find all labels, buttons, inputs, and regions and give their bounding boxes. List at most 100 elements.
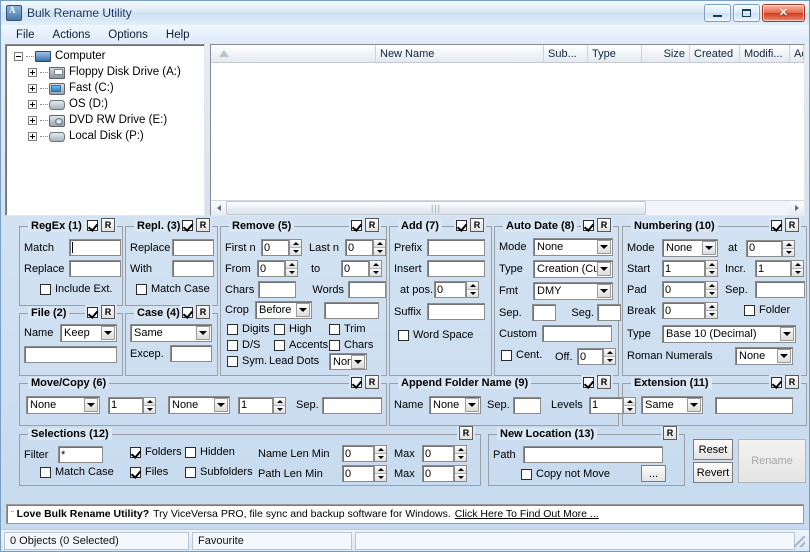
remove-enable-checkbox[interactable] xyxy=(351,219,362,231)
newlocation-copy-not-move-checkbox[interactable] xyxy=(521,468,532,480)
autodate-enable-checkbox[interactable] xyxy=(583,219,594,231)
revert-button[interactable]: Revert xyxy=(693,462,733,483)
appendfolder-name-select[interactable]: None xyxy=(429,396,481,414)
remove-to-spinner[interactable] xyxy=(369,260,382,277)
remove-sym-checkbox[interactable] xyxy=(227,355,238,367)
numbering-enable-checkbox[interactable] xyxy=(771,219,782,231)
case-excep-input[interactable] xyxy=(170,345,212,362)
appendfolder-enable-checkbox[interactable] xyxy=(583,376,594,388)
numbering-pad-input[interactable]: 0 xyxy=(662,281,705,298)
add-suffix-input[interactable] xyxy=(427,303,485,320)
add-at-pos-input[interactable]: 0 xyxy=(434,281,466,298)
remove-accents-checkbox[interactable] xyxy=(274,339,285,351)
extension-fixed-input[interactable] xyxy=(715,396,793,414)
chevron-down-icon[interactable] xyxy=(597,262,611,276)
remove-first-n-spinner[interactable] xyxy=(289,239,302,256)
add-enable-checkbox[interactable] xyxy=(456,219,467,231)
remove-digits-checkbox[interactable] xyxy=(227,323,238,335)
numbering-mode-select[interactable]: None xyxy=(662,239,718,257)
tree-node-os-d[interactable]: OS (D:) xyxy=(8,96,202,112)
add-prefix-input[interactable] xyxy=(427,239,485,256)
regex-enable-checkbox[interactable] xyxy=(87,219,98,231)
close-button[interactable]: ✕ xyxy=(762,4,805,22)
selections-name-len-max-spinner[interactable] xyxy=(454,445,467,462)
appendfolder-reset-button[interactable]: R xyxy=(597,375,611,389)
chevron-down-icon[interactable] xyxy=(597,240,611,254)
remove-to-input[interactable]: 0 xyxy=(341,260,369,277)
scrollbar-thumb[interactable]: ||| xyxy=(226,201,646,215)
numbering-break-spinner[interactable] xyxy=(705,302,718,319)
newlocation-path-input[interactable] xyxy=(523,446,663,463)
folder-tree[interactable]: Computer Floppy Disk Drive (A:) Fast (C:… xyxy=(5,44,205,216)
repl-replace-input[interactable] xyxy=(172,239,214,256)
file-name-select[interactable]: Keep xyxy=(60,324,117,342)
file-list[interactable]: New Name Sub... Type Size Created Modifi… xyxy=(210,44,805,216)
autodate-mode-select[interactable]: None xyxy=(533,238,613,256)
expand-icon[interactable] xyxy=(28,67,37,77)
autodate-fmt-select[interactable]: DMY xyxy=(533,282,613,300)
selections-name-len-min-input[interactable]: 0 xyxy=(342,445,374,462)
case-enable-checkbox[interactable] xyxy=(182,306,193,318)
chevron-down-icon[interactable] xyxy=(465,398,479,412)
selections-path-len-max-spinner[interactable] xyxy=(454,465,467,482)
menu-item-file[interactable]: File xyxy=(7,27,44,43)
selections-path-len-min-input[interactable]: 0 xyxy=(342,465,374,482)
numbering-at-input[interactable]: 0 xyxy=(746,239,782,257)
chevron-down-icon[interactable] xyxy=(214,398,228,412)
tree-node-computer[interactable]: Computer xyxy=(8,48,202,64)
regex-reset-button[interactable]: R xyxy=(101,218,115,232)
regex-match-input[interactable] xyxy=(69,239,121,256)
expand-icon[interactable] xyxy=(28,83,37,93)
column-header-created[interactable]: Created xyxy=(690,45,740,62)
autodate-reset-button[interactable]: R xyxy=(597,218,611,232)
expand-icon[interactable] xyxy=(28,131,37,141)
remove-crop-select[interactable]: Before xyxy=(255,301,312,319)
selections-folders-checkbox[interactable] xyxy=(130,446,141,458)
menu-item-actions[interactable]: Actions xyxy=(44,27,100,43)
selections-name-len-max-input[interactable]: 0 xyxy=(422,445,454,462)
autodate-custom-input[interactable] xyxy=(542,325,612,342)
tree-node-fast-c[interactable]: Fast (C:) xyxy=(8,80,202,96)
selections-path-len-min-spinner[interactable] xyxy=(374,465,387,482)
column-header-accessed[interactable]: Acce... xyxy=(790,45,804,62)
autodate-sep-input[interactable] xyxy=(532,304,556,321)
selections-filter-input[interactable]: * xyxy=(58,446,103,463)
expand-icon[interactable] xyxy=(28,115,37,125)
status-favourite[interactable]: Favourite xyxy=(192,531,352,550)
extension-select[interactable]: Same xyxy=(641,396,703,414)
case-reset-button[interactable]: R xyxy=(196,305,210,319)
resize-grip-icon[interactable] xyxy=(793,535,807,549)
regex-replace-input[interactable] xyxy=(69,260,121,277)
selections-hidden-checkbox[interactable] xyxy=(185,446,196,458)
remove-first-n-input[interactable]: 0 xyxy=(261,239,289,256)
remove-ds-checkbox[interactable] xyxy=(227,339,238,351)
numbering-at-spinner[interactable] xyxy=(782,239,795,257)
numbering-type-select[interactable]: Base 10 (Decimal) xyxy=(662,325,796,343)
movecopy-first-n-spinner[interactable] xyxy=(143,396,156,414)
minimize-button[interactable] xyxy=(704,4,731,22)
menu-item-help[interactable]: Help xyxy=(157,27,199,43)
add-at-pos-spinner[interactable] xyxy=(466,281,479,298)
movecopy-first-n-input[interactable]: 1 xyxy=(108,396,143,414)
promo-bar[interactable]: ¨ Love Bulk Rename Utility? Try ViceVers… xyxy=(6,504,804,524)
chevron-down-icon[interactable] xyxy=(296,303,310,317)
remove-from-spinner[interactable] xyxy=(285,260,298,277)
repl-match-case-checkbox[interactable] xyxy=(136,283,147,295)
column-header-size[interactable]: Size xyxy=(642,45,690,62)
remove-reset-button[interactable]: R xyxy=(365,218,379,232)
chevron-down-icon[interactable] xyxy=(597,284,611,298)
remove-from-input[interactable]: 0 xyxy=(257,260,285,277)
movecopy-first-select[interactable]: None xyxy=(26,396,100,414)
selections-path-len-max-input[interactable]: 0 xyxy=(422,465,454,482)
promo-link[interactable]: Click Here To Find Out More ... xyxy=(455,508,599,520)
autodate-cent-checkbox[interactable] xyxy=(501,349,512,361)
chevron-down-icon[interactable] xyxy=(196,326,210,340)
extension-enable-checkbox[interactable] xyxy=(771,376,782,388)
rename-button[interactable]: Rename xyxy=(738,439,806,483)
movecopy-second-n-spinner[interactable] xyxy=(273,396,286,414)
autodate-seg-input[interactable] xyxy=(597,304,621,321)
extension-reset-button[interactable]: R xyxy=(785,375,799,389)
remove-chars-checkbox[interactable] xyxy=(329,339,340,351)
numbering-break-input[interactable]: 0 xyxy=(662,302,705,319)
tree-node-local-p[interactable]: Local Disk (P:) xyxy=(8,128,202,144)
